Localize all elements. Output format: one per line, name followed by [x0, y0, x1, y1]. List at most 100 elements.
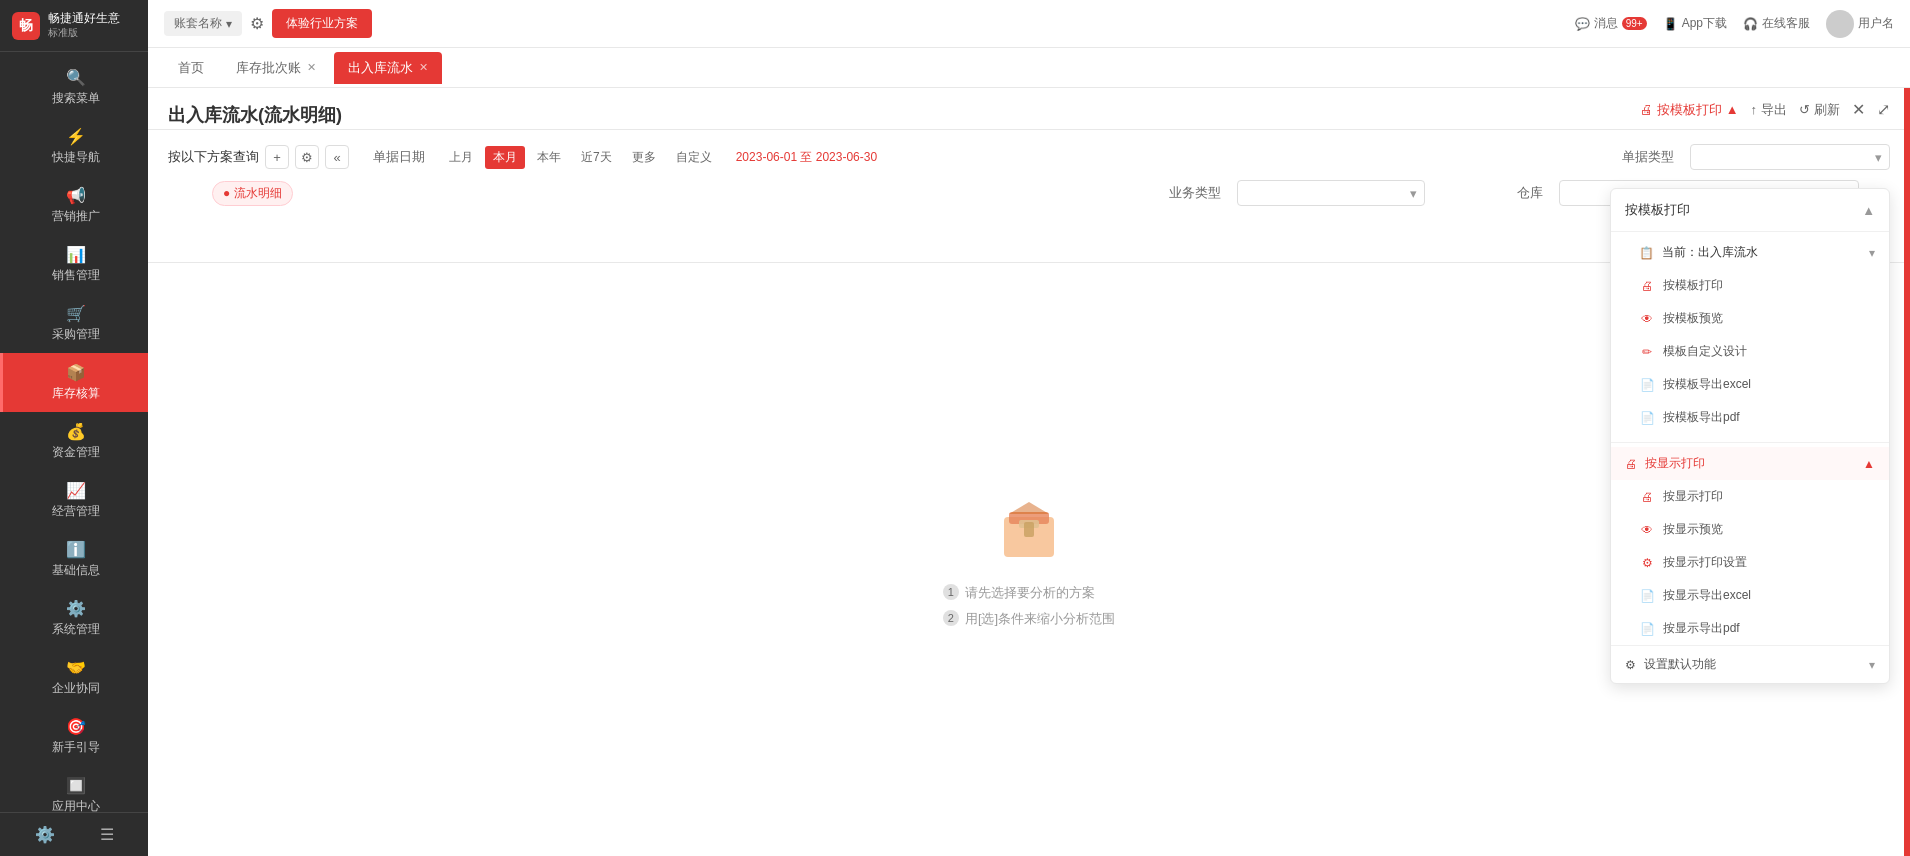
app-download-btn[interactable]: 📱 App下载	[1663, 15, 1727, 32]
tab-close-active-icon[interactable]: ✕	[419, 61, 428, 74]
template-excel-icon: 📄	[1639, 377, 1655, 393]
topbar-account[interactable]: 账套名称 ▾	[164, 11, 242, 36]
topbar-right: 💬 消息 99+ 📱 App下载 🎧 在线客服 用户名	[1575, 10, 1894, 38]
date-btn-this-month[interactable]: 本月	[485, 146, 525, 169]
tab-close-icon[interactable]: ✕	[307, 61, 316, 74]
settings-default-icon: ⚙	[1625, 658, 1636, 672]
sidebar-item-guide[interactable]: 🎯 新手引导	[0, 707, 148, 766]
display-excel-icon: 📄	[1639, 588, 1655, 604]
export-icon: ↑	[1751, 102, 1758, 117]
finance-icon: 💰	[66, 422, 86, 441]
display-print-section-icon: 🖨	[1625, 457, 1637, 471]
tab-home[interactable]: 首页	[164, 52, 218, 84]
date-options: 上月 本月 本年 近7天 更多 自定义	[441, 146, 720, 169]
sidebar-nav: 🔍 搜索菜单 ⚡ 快捷导航 📢 营销推广 📊 销售管理 🛒 采购管理 📦 库存核…	[0, 52, 148, 812]
sidebar-item-apps[interactable]: 🔲 应用中心	[0, 766, 148, 812]
sidebar-item-operations[interactable]: 📈 经营管理	[0, 471, 148, 530]
sidebar-item-sales[interactable]: 📊 销售管理	[0, 235, 148, 294]
date-btn-custom[interactable]: 自定义	[668, 146, 720, 169]
dropdown-header: 按模板打印 ▲	[1611, 189, 1889, 232]
sidebar-item-basic[interactable]: ℹ️ 基础信息	[0, 530, 148, 589]
display-print-icon: 🖨	[1639, 489, 1655, 505]
logo-text: 畅捷通好生意 标准版	[48, 11, 120, 41]
page-close-btn[interactable]: ✕	[1852, 100, 1865, 119]
user-account[interactable]: 用户名	[1826, 10, 1894, 38]
sidebar-item-shortcut[interactable]: ⚡ 快捷导航	[0, 117, 148, 176]
dropdown-item-display-pdf[interactable]: 📄 按显示导出pdf	[1611, 612, 1889, 645]
empty-tips: 1 请先选择要分析的方案 2 用[选]条件来缩小分析范围	[943, 584, 1115, 628]
print-chevron-up-icon: ▲	[1726, 102, 1739, 117]
notice-icon: 💬	[1575, 17, 1590, 31]
date-btn-more[interactable]: 更多	[624, 146, 664, 169]
dropdown-item-template-print[interactable]: 🖨 按模板打印	[1611, 269, 1889, 302]
filter-add-btn[interactable]: +	[265, 145, 289, 169]
footer-chevron-icon: ▾	[1869, 658, 1875, 672]
type-select[interactable]	[1690, 144, 1890, 170]
date-btn-last-month[interactable]: 上月	[441, 146, 481, 169]
sidebar-item-marketing[interactable]: 📢 营销推广	[0, 176, 148, 235]
date-btn-7days[interactable]: 近7天	[573, 146, 620, 169]
dropdown-item-template-pdf[interactable]: 📄 按模板导出pdf	[1611, 401, 1889, 434]
tab-inventory-batch[interactable]: 库存批次账 ✕	[222, 52, 330, 84]
filter-settings-icon-btn[interactable]: ⚙	[295, 145, 319, 169]
sidebar-item-purchase[interactable]: 🛒 采购管理	[0, 294, 148, 353]
date-label: 单据日期	[373, 148, 425, 166]
topbar-gear-icon[interactable]: ⚙	[250, 14, 264, 33]
dropdown-panel: 按模板打印 ▲ 📋 当前：出入库流水 ▾ 🖨 按模板打印 👁 按模板预览	[1610, 188, 1890, 684]
type-select-wrap: ▾	[1690, 144, 1890, 170]
flow-detail-tag[interactable]: ● 流水明细	[212, 181, 293, 206]
section2-chevron-icon: ▲	[1863, 457, 1875, 471]
main-area: 账套名称 ▾ ⚙ 体验行业方案 💬 消息 99+ 📱 App下载 🎧 在线客服	[148, 0, 1910, 856]
resize-handle[interactable]	[1904, 88, 1910, 856]
page-header: 出入库流水(流水明细) 🖨 按模板打印 ▲ ↑ 导出 ↺ 刷新 ✕ ⤢	[148, 88, 1910, 130]
dropdown-footer[interactable]: ⚙ 设置默认功能 ▾	[1611, 645, 1889, 683]
sidebar-item-system[interactable]: ⚙️ 系统管理	[0, 589, 148, 648]
sidebar-menu-btn[interactable]: ☰	[100, 825, 114, 844]
industry-btn[interactable]: 体验行业方案	[272, 9, 372, 38]
empty-tip-2: 2 用[选]条件来缩小分析范围	[943, 610, 1115, 628]
page-expand-btn[interactable]: ⤢	[1877, 100, 1890, 119]
sidebar-item-inventory[interactable]: 📦 库存核算	[0, 353, 148, 412]
sidebar-item-search[interactable]: 🔍 搜索菜单	[0, 58, 148, 117]
date-btn-this-year[interactable]: 本年	[529, 146, 569, 169]
dropdown-item-display-settings[interactable]: ⚙ 按显示打印设置	[1611, 546, 1889, 579]
empty-tip-1: 1 请先选择要分析的方案	[943, 584, 1115, 602]
purchase-icon: 🛒	[66, 304, 86, 323]
sidebar-item-finance[interactable]: 💰 资金管理	[0, 412, 148, 471]
refresh-btn[interactable]: ↺ 刷新	[1799, 101, 1840, 119]
guide-icon: 🎯	[66, 717, 86, 736]
dropdown-section2-header[interactable]: 🖨 按显示打印 ▲	[1611, 447, 1889, 480]
sidebar-item-cooperation[interactable]: 🤝 企业协同	[0, 648, 148, 707]
empty-icon	[989, 492, 1069, 572]
filter-label-query: 按以下方案查询	[168, 148, 259, 166]
notice-btn[interactable]: 💬 消息 99+	[1575, 15, 1647, 32]
biz-label: 业务类型	[1169, 184, 1221, 202]
biz-input[interactable]	[1237, 180, 1425, 206]
date-range-text: 2023-06-01 至 2023-06-30	[736, 149, 877, 166]
dropdown-current-item[interactable]: 📋 当前：出入库流水 ▾	[1611, 236, 1889, 269]
dropdown-item-template-preview[interactable]: 👁 按模板预览	[1611, 302, 1889, 335]
page-actions: 🖨 按模板打印 ▲ ↑ 导出 ↺ 刷新 ✕ ⤢	[1640, 100, 1890, 129]
svg-marker-3	[1009, 502, 1049, 514]
online-service-btn[interactable]: 🎧 在线客服	[1743, 15, 1810, 32]
dropdown-item-template-excel[interactable]: 📄 按模板导出excel	[1611, 368, 1889, 401]
dropdown-item-display-excel[interactable]: 📄 按显示导出excel	[1611, 579, 1889, 612]
filter-collapse-btn[interactable]: «	[325, 145, 349, 169]
sidebar-settings-btn[interactable]: ⚙️	[35, 825, 55, 844]
print-template-btn[interactable]: 🖨 按模板打印 ▲	[1640, 101, 1739, 119]
filter-row-1: 按以下方案查询 + ⚙ « 单据日期 上月 本月 本年 近7天 更多 自定义 2…	[168, 144, 1890, 170]
dropdown-item-template-custom[interactable]: ✏ 模板自定义设计	[1611, 335, 1889, 368]
dropdown-collapse-icon[interactable]: ▲	[1862, 203, 1875, 218]
type-label: 单据类型	[1622, 148, 1674, 166]
export-btn[interactable]: ↑ 导出	[1751, 101, 1788, 119]
marketing-icon: 📢	[66, 186, 86, 205]
dropdown-item-display-print[interactable]: 🖨 按显示打印	[1611, 480, 1889, 513]
display-preview-icon: 👁	[1639, 522, 1655, 538]
headset-icon: 🎧	[1743, 17, 1758, 31]
topbar-left: 账套名称 ▾ ⚙ 体验行业方案	[164, 9, 1575, 38]
dropdown-item-display-preview[interactable]: 👁 按显示预览	[1611, 513, 1889, 546]
page-title: 出入库流水(流水明细)	[168, 103, 342, 127]
sales-icon: 📊	[66, 245, 86, 264]
tab-inout-flow[interactable]: 出入库流水 ✕	[334, 52, 442, 84]
current-chevron-icon: ▾	[1869, 246, 1875, 260]
